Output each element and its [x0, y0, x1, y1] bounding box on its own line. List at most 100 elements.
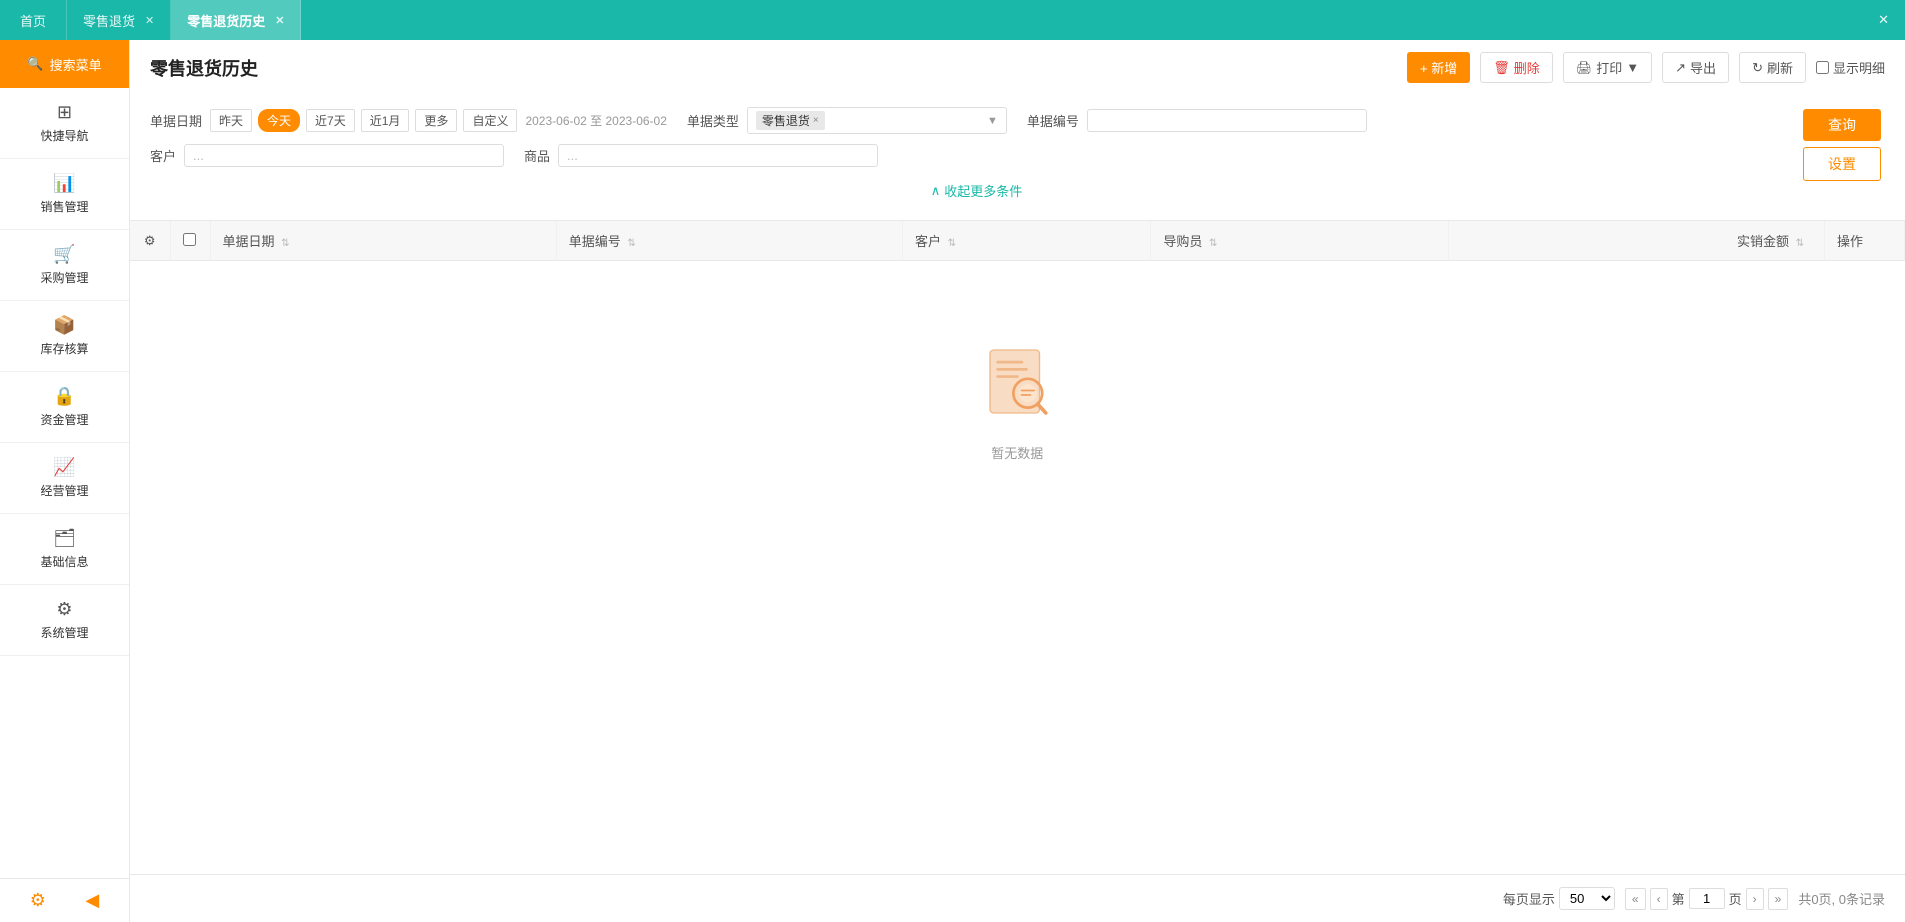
date-today-btn[interactable]: 今天 — [258, 109, 300, 132]
toolbar: + 新增 🗑 删除 🖨 打印 ▼ ↗ 导出 ↻ — [1407, 52, 1885, 83]
show-detail-input[interactable] — [1816, 61, 1829, 74]
type-tag-close[interactable]: × — [813, 115, 819, 126]
search-icon: 🔍 — [27, 56, 43, 72]
goods-input[interactable]: ... — [558, 144, 878, 167]
type-select[interactable]: 零售退货 × ▼ — [747, 107, 1007, 134]
goods-filter-label: 商品 — [524, 146, 550, 165]
tab-retail-return-label: 零售退货 — [83, 11, 135, 30]
date-1month-btn[interactable]: 近1月 — [361, 109, 410, 132]
collapse-btn[interactable]: ∧ 收起更多条件 — [931, 177, 1023, 204]
filter-number: 单据编号 — [1027, 109, 1367, 132]
sidebar: 🔍 搜索菜单 ⊞ 快捷导航 📊 销售管理 🛒 采购管理 📦 库存核算 🔒 — [0, 40, 130, 922]
th-guide[interactable]: 导购员 ⇅ — [1151, 221, 1448, 261]
set-button[interactable]: 设置 — [1803, 147, 1881, 181]
refresh-icon: ↻ — [1752, 60, 1763, 76]
prev-page-btn[interactable]: ‹ — [1650, 888, 1668, 910]
tab-retail-return[interactable]: 零售退货 ✕ — [67, 0, 171, 40]
last-page-btn[interactable]: » — [1768, 888, 1789, 910]
page-number-input[interactable] — [1689, 888, 1725, 909]
goods-placeholder: ... — [567, 148, 578, 163]
filter-section: 单据日期 昨天 今天 近7天 近1月 更多 自定义 2023-06-02 至 2… — [150, 107, 1885, 212]
sidebar-item-system-label: 系统管理 — [40, 624, 88, 641]
sidebar-item-quick-nav-label: 快捷导航 — [40, 127, 88, 144]
export-icon: ↗ — [1675, 60, 1686, 76]
tab-retail-return-history-label: 零售退货历史 — [187, 11, 265, 30]
th-actions: 操作 — [1825, 221, 1905, 261]
tab-list: 首页 零售退货 ✕ 零售退货历史 ✕ — [0, 0, 1862, 40]
filter-date: 单据日期 昨天 今天 近7天 近1月 更多 自定义 2023-06-02 至 2… — [150, 109, 667, 132]
quick-nav-icon: ⊞ — [57, 102, 72, 123]
sidebar-item-operations[interactable]: 📈 经营管理 — [0, 443, 129, 514]
sidebar-item-finance-label: 资金管理 — [40, 411, 88, 428]
sidebar-item-inventory[interactable]: 📦 库存核算 — [0, 301, 129, 372]
tab-retail-return-close[interactable]: ✕ — [145, 14, 154, 27]
top-bar-close[interactable]: ✕ — [1862, 12, 1905, 28]
table-body: 暂无数据 — [130, 261, 1905, 543]
page-label: 第 — [1672, 889, 1685, 908]
sidebar-item-purchase-mgmt[interactable]: 🛒 采购管理 — [0, 230, 129, 301]
type-filter-label: 单据类型 — [687, 111, 739, 130]
show-detail-checkbox[interactable]: 显示明细 — [1816, 58, 1885, 77]
th-date[interactable]: 单据日期 ⇅ — [210, 221, 556, 261]
sidebar-item-basic-info[interactable]: 🗂 基础信息 — [0, 514, 129, 585]
inventory-icon: 📦 — [53, 315, 75, 336]
query-button[interactable]: 查询 — [1803, 109, 1881, 141]
empty-state: 暂无数据 — [130, 261, 1905, 542]
number-input[interactable] — [1087, 109, 1367, 132]
sidebar-item-quick-nav[interactable]: ⊞ 快捷导航 — [0, 88, 129, 159]
select-all-checkbox[interactable] — [183, 233, 196, 246]
sidebar-item-finance[interactable]: 🔒 资金管理 — [0, 372, 129, 443]
first-page-btn[interactable]: « — [1625, 888, 1646, 910]
tab-home[interactable]: 首页 — [0, 0, 67, 40]
th-customer[interactable]: 客户 ⇅ — [902, 221, 1150, 261]
th-checkbox — [170, 221, 210, 261]
filter-customer: 客户 ... — [150, 144, 504, 167]
customer-filter-label: 客户 — [150, 146, 176, 165]
purchase-icon: 🛒 — [53, 244, 75, 265]
date-7days-btn[interactable]: 近7天 — [306, 109, 355, 132]
customer-input[interactable]: ... — [184, 144, 504, 167]
delete-button[interactable]: 🗑 删除 — [1480, 52, 1553, 83]
empty-illustration — [972, 341, 1062, 431]
tab-home-label: 首页 — [20, 11, 46, 30]
th-amount[interactable]: 实销金额 ⇅ — [1448, 221, 1824, 261]
print-icon: 🖨 — [1576, 60, 1593, 76]
sidebar-bottom: ⚙ ◀ — [0, 878, 129, 922]
per-page-label: 每页显示 — [1503, 889, 1555, 908]
tab-retail-return-history-close[interactable]: ✕ — [275, 14, 284, 27]
main-layout: 🔍 搜索菜单 ⊞ 快捷导航 📊 销售管理 🛒 采购管理 📦 库存核算 🔒 — [0, 40, 1905, 922]
print-arrow-icon: ▼ — [1626, 60, 1639, 75]
total-text: 共0页, 0条记录 — [1798, 889, 1885, 908]
sales-icon: 📊 — [53, 173, 75, 194]
refresh-button[interactable]: ↻ 刷新 — [1739, 52, 1806, 83]
pagination-bar: 每页显示 50 10 20 100 « ‹ 第 页 › » 共0页, 0条记录 — [130, 874, 1905, 922]
table-header-row: ⚙ 单据日期 ⇅ 单据编号 ⇅ 客户 — [130, 221, 1905, 261]
date-custom-btn[interactable]: 自定义 — [463, 109, 517, 132]
sidebar-settings-icon[interactable]: ⚙ — [30, 890, 46, 911]
next-page-btn[interactable]: › — [1746, 888, 1764, 910]
date-range-display: 2023-06-02 至 2023-06-02 — [525, 112, 666, 129]
sidebar-search[interactable]: 🔍 搜索菜单 — [0, 40, 129, 88]
date-filter-label: 单据日期 — [150, 111, 202, 130]
sidebar-collapse-icon[interactable]: ◀ — [85, 890, 99, 911]
filter-type: 单据类型 零售退货 × ▼ — [687, 107, 1007, 134]
date-yesterday-btn[interactable]: 昨天 — [210, 109, 252, 132]
th-customer-label: 客户 — [915, 234, 941, 249]
page-title: 零售退货历史 — [150, 55, 258, 81]
system-icon: ⚙ — [56, 599, 72, 620]
operations-icon: 📈 — [53, 457, 75, 478]
filter-actions: 查询 设置 — [1803, 109, 1885, 181]
print-button[interactable]: 🖨 打印 ▼ — [1563, 52, 1652, 83]
sidebar-item-sales-mgmt[interactable]: 📊 销售管理 — [0, 159, 129, 230]
per-page-dropdown[interactable]: 50 10 20 100 — [1559, 887, 1615, 910]
export-button[interactable]: ↗ 导出 — [1662, 52, 1729, 83]
sidebar-item-system[interactable]: ⚙ 系统管理 — [0, 585, 129, 656]
th-settings[interactable]: ⚙ — [130, 221, 170, 261]
type-tag-label: 零售退货 — [762, 112, 810, 129]
filter-right: 查询 设置 — [1803, 107, 1885, 212]
new-button[interactable]: + 新增 — [1407, 52, 1470, 83]
tab-retail-return-history[interactable]: 零售退货历史 ✕ — [171, 0, 301, 40]
th-actions-label: 操作 — [1837, 234, 1863, 249]
th-number[interactable]: 单据编号 ⇅ — [556, 221, 902, 261]
date-more-btn[interactable]: 更多 — [415, 109, 457, 132]
